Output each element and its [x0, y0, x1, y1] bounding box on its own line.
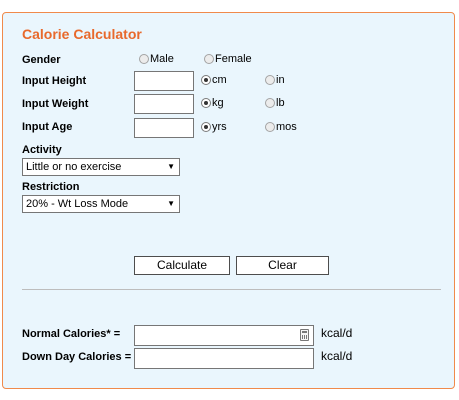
gender-female-label: Female [215, 53, 252, 65]
radio-icon [265, 75, 275, 85]
activity-label: Activity [22, 144, 62, 156]
down-day-calories-output[interactable] [134, 348, 314, 369]
gender-male-label: Male [150, 53, 174, 65]
calculator-icon[interactable] [300, 329, 309, 341]
restriction-selected-value: 20% - Wt Loss Mode [26, 198, 129, 210]
height-in-radio[interactable]: in [265, 74, 285, 86]
age-label: Input Age [22, 121, 73, 133]
weight-label: Input Weight [22, 98, 89, 110]
gender-male-radio[interactable]: Male [139, 53, 174, 65]
radio-icon [265, 122, 275, 132]
weight-kg-radio[interactable]: kg [201, 97, 224, 109]
normal-calories-output[interactable] [134, 325, 314, 346]
radio-checked-icon [201, 98, 211, 108]
height-cm-label: cm [212, 74, 227, 86]
weight-input[interactable] [134, 94, 194, 114]
age-mos-label: mos [276, 121, 297, 133]
age-yrs-radio[interactable]: yrs [201, 121, 227, 133]
radio-icon [265, 98, 275, 108]
radio-checked-icon [201, 75, 211, 85]
clear-button[interactable]: Clear [236, 256, 329, 275]
gender-female-radio[interactable]: Female [204, 53, 252, 65]
radio-icon [204, 54, 214, 64]
down-day-calories-label: Down Day Calories = [22, 351, 132, 363]
height-input[interactable] [134, 71, 194, 91]
height-in-label: in [276, 74, 285, 86]
down-day-calories-unit: kcal/d [321, 349, 353, 363]
calorie-calculator-panel: Calorie Calculator Gender Male Female In… [2, 12, 455, 389]
divider [22, 289, 441, 290]
height-cm-radio[interactable]: cm [201, 74, 227, 86]
radio-icon [139, 54, 149, 64]
dropdown-arrow-icon: ▼ [167, 162, 175, 171]
activity-select[interactable]: Little or no exercise ▼ [22, 158, 180, 176]
age-input[interactable] [134, 118, 194, 138]
restriction-label: Restriction [22, 181, 80, 193]
weight-lb-radio[interactable]: lb [265, 97, 285, 109]
activity-selected-value: Little or no exercise [26, 161, 122, 173]
calculate-button[interactable]: Calculate [134, 256, 230, 275]
weight-kg-label: kg [212, 97, 224, 109]
page-title: Calorie Calculator [22, 26, 142, 42]
radio-checked-icon [201, 122, 211, 132]
gender-label: Gender [22, 54, 61, 66]
normal-calories-unit: kcal/d [321, 326, 353, 340]
normal-calories-label: Normal Calories* = [22, 328, 121, 340]
age-yrs-label: yrs [212, 121, 227, 133]
weight-lb-label: lb [276, 97, 285, 109]
age-mos-radio[interactable]: mos [265, 121, 297, 133]
dropdown-arrow-icon: ▼ [167, 199, 175, 208]
restriction-select[interactable]: 20% - Wt Loss Mode ▼ [22, 195, 180, 213]
height-label: Input Height [22, 75, 87, 87]
